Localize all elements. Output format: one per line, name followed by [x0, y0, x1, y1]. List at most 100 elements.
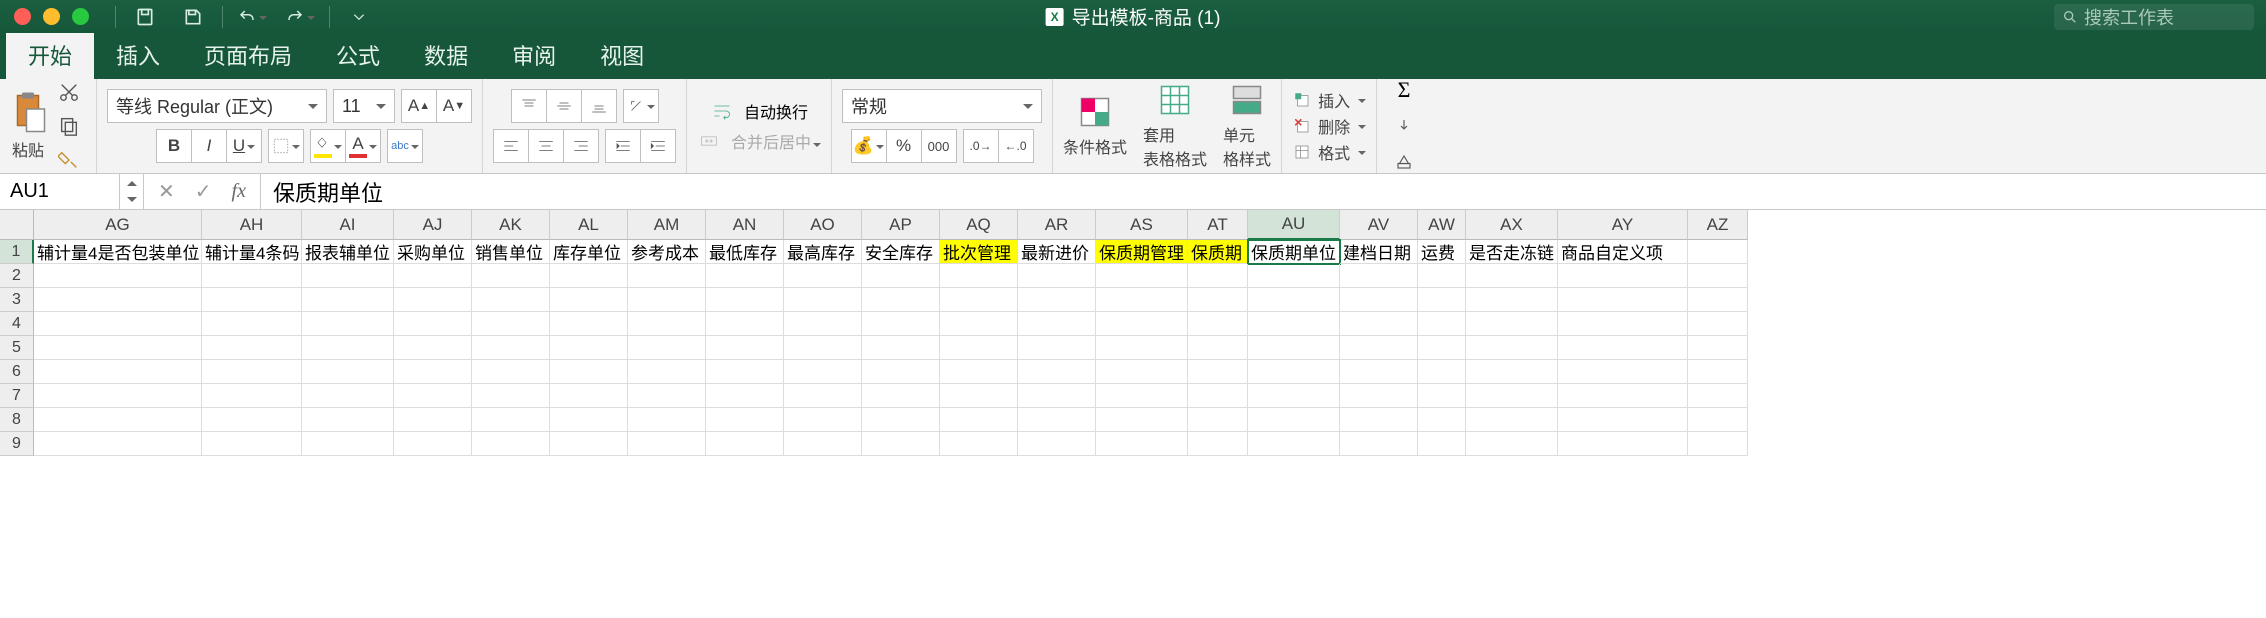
cell[interactable] [940, 312, 1018, 336]
save-button[interactable] [124, 2, 166, 32]
merge-center-button[interactable]: 合并后居中 [731, 129, 821, 153]
cell[interactable] [394, 360, 472, 384]
tab-home[interactable]: 开始 [6, 29, 94, 79]
cell[interactable] [472, 264, 550, 288]
cell[interactable] [862, 384, 940, 408]
cell[interactable] [1340, 384, 1418, 408]
cell[interactable] [1096, 408, 1188, 432]
cell[interactable] [940, 408, 1018, 432]
tab-data[interactable]: 数据 [402, 29, 490, 79]
cell[interactable] [1466, 312, 1558, 336]
cell[interactable] [1418, 384, 1466, 408]
align-right-button[interactable] [563, 129, 599, 163]
cell[interactable] [550, 384, 628, 408]
cell[interactable] [1096, 384, 1188, 408]
tab-insert[interactable]: 插入 [94, 29, 182, 79]
close-window-button[interactable] [14, 8, 31, 25]
tab-review[interactable]: 审阅 [490, 29, 578, 79]
copy-button[interactable] [52, 111, 86, 141]
cell[interactable] [1340, 408, 1418, 432]
cell[interactable] [302, 408, 394, 432]
row-header-9[interactable]: 9 [0, 432, 34, 456]
formula-input[interactable]: 保质期单位 [261, 176, 383, 208]
cell[interactable] [34, 360, 202, 384]
cell[interactable] [472, 432, 550, 456]
cell[interactable] [1188, 288, 1248, 312]
increase-font-button[interactable]: A▲ [401, 89, 437, 123]
cell[interactable] [940, 432, 1018, 456]
column-header-AZ[interactable]: AZ [1688, 210, 1748, 240]
cell[interactable] [1418, 360, 1466, 384]
cell[interactable] [1096, 312, 1188, 336]
increase-decimal-button[interactable]: .0→ [963, 129, 999, 163]
cell[interactable] [1018, 312, 1096, 336]
cell[interactable] [472, 288, 550, 312]
cell[interactable] [1466, 336, 1558, 360]
cell-styles-button[interactable]: 单元 格样式 [1223, 82, 1271, 170]
cell[interactable] [940, 336, 1018, 360]
column-header-AP[interactable]: AP [862, 210, 940, 240]
cell[interactable] [1096, 288, 1188, 312]
cell[interactable] [1096, 432, 1188, 456]
column-header-AS[interactable]: AS [1096, 210, 1188, 240]
cell[interactable] [550, 360, 628, 384]
cell[interactable] [940, 384, 1018, 408]
cell[interactable] [784, 408, 862, 432]
cell[interactable] [1096, 336, 1188, 360]
cell[interactable] [1418, 432, 1466, 456]
cell[interactable] [784, 360, 862, 384]
cell[interactable] [1340, 360, 1418, 384]
cell[interactable] [706, 264, 784, 288]
column-header-AO[interactable]: AO [784, 210, 862, 240]
row-header-8[interactable]: 8 [0, 408, 34, 432]
cell[interactable] [1688, 264, 1748, 288]
column-header-AX[interactable]: AX [1466, 210, 1558, 240]
orientation-button[interactable] [623, 89, 659, 123]
cell[interactable] [784, 288, 862, 312]
row-header-1[interactable]: 1 [0, 240, 34, 264]
cell[interactable] [1340, 264, 1418, 288]
cell[interactable] [1188, 408, 1248, 432]
cell[interactable] [1466, 288, 1558, 312]
cell[interactable] [1688, 240, 1748, 264]
cell[interactable] [1248, 384, 1340, 408]
cell[interactable] [1466, 264, 1558, 288]
cell[interactable] [862, 288, 940, 312]
cell[interactable] [394, 408, 472, 432]
fill-button[interactable] [1387, 111, 1421, 141]
cell[interactable]: 是否走冻链 [1466, 240, 1558, 264]
cell[interactable] [940, 264, 1018, 288]
row-header-6[interactable]: 6 [0, 360, 34, 384]
cell[interactable] [1688, 384, 1748, 408]
cell[interactable]: 保质期管理 [1096, 240, 1188, 264]
cell[interactable] [34, 312, 202, 336]
cell[interactable]: 保质期单位 [1248, 240, 1340, 264]
font-color-button[interactable]: A [345, 129, 381, 163]
column-header-AT[interactable]: AT [1188, 210, 1248, 240]
cell[interactable] [550, 264, 628, 288]
cell[interactable]: 采购单位 [394, 240, 472, 264]
enter-formula-button[interactable]: ✓ [195, 179, 212, 204]
cell[interactable] [784, 336, 862, 360]
cell[interactable]: 保质期 [1188, 240, 1248, 264]
cell[interactable] [862, 336, 940, 360]
column-header-AK[interactable]: AK [472, 210, 550, 240]
cell[interactable] [472, 312, 550, 336]
column-header-AH[interactable]: AH [202, 210, 302, 240]
fill-color-button[interactable] [310, 129, 346, 163]
tab-view[interactable]: 视图 [578, 29, 666, 79]
select-all-corner[interactable] [0, 210, 34, 240]
cell[interactable] [1558, 360, 1688, 384]
cell[interactable]: 安全库存 [862, 240, 940, 264]
decrease-decimal-button[interactable]: ←.0 [998, 129, 1034, 163]
phonetic-button[interactable]: abc [387, 129, 423, 163]
cut-button[interactable] [52, 77, 86, 107]
cell[interactable] [1018, 408, 1096, 432]
cell[interactable] [628, 264, 706, 288]
cell[interactable] [1096, 264, 1188, 288]
cell[interactable] [1418, 264, 1466, 288]
cell[interactable] [628, 432, 706, 456]
row-header-4[interactable]: 4 [0, 312, 34, 336]
cell[interactable] [394, 312, 472, 336]
cell[interactable] [302, 312, 394, 336]
